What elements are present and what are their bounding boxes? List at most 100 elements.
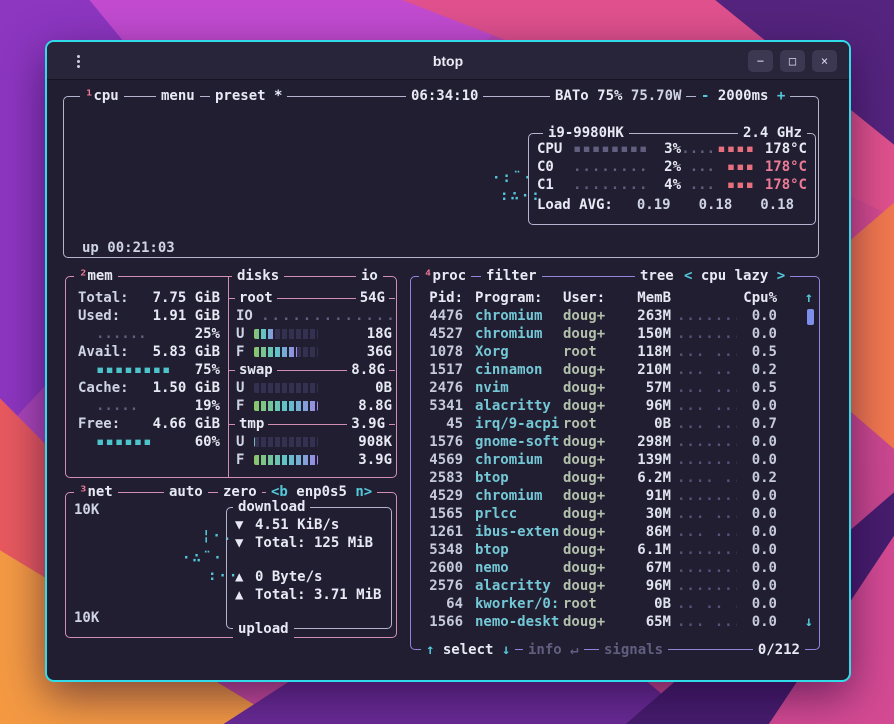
process-row[interactable]: 1576 gnome-soft doug+ 298M ....... 0.0 (411, 433, 819, 451)
sort-selector[interactable]: < cpu lazy > (679, 267, 791, 285)
process-row[interactable]: 1261 ibus-exten doug+ 86M ... ... 0.0 (411, 523, 819, 541)
btop-terminal: ¹cpu menu preset * 06:34:10 BATo 75% 75.… (47, 80, 849, 680)
mem-available-meter: ▪▪▪▪▪▪▪▪ 75% (96, 362, 220, 378)
proc-panel-title[interactable]: ⁴proc (419, 267, 472, 285)
process-name: nemo (475, 560, 509, 576)
minimize-button[interactable]: − (748, 50, 773, 72)
process-pid: 1078 (429, 344, 463, 360)
refresh-rate-control[interactable]: - 2000ms + (696, 87, 791, 105)
process-cpu: 0.0 (751, 596, 777, 612)
signals-control[interactable]: signals (599, 641, 669, 659)
process-mem: 6.2M (637, 470, 671, 486)
process-cpu: 0.0 (751, 506, 777, 522)
cpu-model: i9-9980HK (543, 124, 629, 142)
rate-minus-button[interactable]: - (701, 88, 709, 104)
process-row[interactable]: 4527 chromium doug+ 150M ....... 0.0 (411, 325, 819, 343)
process-row[interactable]: 4529 chromium doug+ 91M ....... 0.0 (411, 487, 819, 505)
disk-root-free: F 36G (236, 344, 392, 360)
sort-next-icon[interactable]: > (777, 268, 785, 284)
free-bar (254, 347, 318, 357)
select-control[interactable]: ↑ select ↓ (421, 641, 516, 659)
process-pid: 5341 (429, 398, 463, 414)
header-user: User: (563, 290, 606, 306)
process-pid: 1566 (429, 614, 463, 630)
temp-graph: .... (681, 141, 715, 157)
cpu-panel-title[interactable]: ¹cpu (80, 87, 124, 105)
disks-title: disks (232, 267, 285, 285)
close-button[interactable]: × (812, 50, 837, 72)
process-row[interactable]: 5348 btop doug+ 6.1M ....... 0.0 (411, 541, 819, 559)
filter-button[interactable]: filter (481, 267, 542, 285)
process-row[interactable]: 1517 cinnamon doug+ 210M ... .. . 0.2 (411, 361, 819, 379)
process-name: irq/9-acpi (475, 416, 560, 432)
cpu-total-row: CPU ▪▪▪▪▪▪▪▪ 3% .... ▪▪▪▪ 178°C (537, 141, 807, 157)
process-user: doug+ (563, 542, 606, 558)
process-row[interactable]: 64 kworker/0: root 0B .. .. . 0.0 (411, 595, 819, 613)
disks-io-toggle[interactable]: io (356, 267, 383, 285)
process-pid: 2476 (429, 380, 463, 396)
temp-graph: ... (689, 159, 715, 175)
process-pid: 1517 (429, 362, 463, 378)
process-row[interactable]: 1566 nemo-deskt doug+ 65M ... .... 0.0 (411, 613, 819, 631)
free-bar (254, 455, 318, 465)
network-io-row: ▼ 4.51 KiB/s (235, 517, 340, 533)
rate-plus-button[interactable]: + (777, 88, 785, 104)
process-pid: 4476 (429, 308, 463, 324)
process-user: doug+ (563, 380, 606, 396)
process-row[interactable]: 4569 chromium doug+ 139M ....... 0.0 (411, 451, 819, 469)
process-name: alacritty (475, 578, 551, 594)
process-row[interactable]: 2583 btop doug+ 6.2M .... ... 0.2 (411, 469, 819, 487)
mem-available: Avail: 5.83 GiB (78, 344, 220, 360)
temp-meter: ▪▪▪ (726, 159, 755, 175)
process-row[interactable]: 1565 prlcc doug+ 30M ... ... 0.0 (411, 505, 819, 523)
info-control[interactable]: info ↵ (523, 641, 584, 659)
sort-prev-icon[interactable]: < (684, 268, 692, 284)
process-mem-graph: ....... (677, 326, 737, 342)
process-row[interactable]: 2600 nemo doug+ 67M ....... 0.0 (411, 559, 819, 577)
process-mem: 57M (645, 380, 671, 396)
process-row[interactable]: 1078 Xorg root 118M ... .... 0.5 (411, 343, 819, 361)
process-row[interactable]: 4476 chromium doug+ 263M ....... 0.0 (411, 307, 819, 325)
transfer-arrow-icon: ▲ (235, 587, 244, 603)
process-pid: 1576 (429, 434, 463, 450)
cpu-core0-row: C0 ........ .. . 2% ... ▪▪▪ 178°C (537, 159, 807, 175)
cpu-usage-meter: ▪▪▪▪▪▪▪▪ (573, 141, 649, 157)
transfer-arrow-icon: ▲ (235, 569, 244, 585)
disk-root-used: U 18G (236, 326, 392, 342)
process-cpu: 0.2 (751, 362, 777, 378)
process-row[interactable]: 2476 nvim doug+ 57M ... .... 0.5 (411, 379, 819, 397)
tree-toggle[interactable]: tree (635, 267, 679, 285)
process-mem: 65M (645, 614, 671, 630)
menu-button[interactable]: menu (156, 87, 200, 105)
scroll-up-icon[interactable]: ↑ (805, 289, 813, 307)
process-user: doug+ (563, 326, 606, 342)
process-mem: 298M (637, 434, 671, 450)
preset-button[interactable]: preset * (210, 87, 288, 105)
process-name: nemo-deskt (475, 614, 560, 630)
maximize-button[interactable]: □ (780, 50, 805, 72)
process-mem-graph: ....... (677, 308, 737, 324)
process-cpu: 0.0 (751, 614, 777, 630)
process-row[interactable]: 5341 alacritty doug+ 96M ... ... 0.0 (411, 397, 819, 415)
net-panel-title[interactable]: ³net (74, 483, 118, 501)
process-row[interactable]: 45 irq/9-acpi root 0B ... .... 0.7 (411, 415, 819, 433)
disk-tmp-used: U 908K (236, 434, 392, 450)
process-pid: 4529 (429, 488, 463, 504)
process-name: chromium (475, 452, 543, 468)
process-mem: 96M (645, 578, 671, 594)
net-auto-toggle[interactable]: auto (164, 483, 208, 501)
process-name: nvim (475, 380, 509, 396)
core-usage-graph: ........ .:| (573, 177, 649, 193)
network-io-row: ▼ Total: 125 MiB (235, 535, 374, 551)
process-cpu: 0.0 (751, 398, 777, 414)
cpu-core1-row: C1 ........ .:| 4% ... ▪▪▪ 178°C (537, 177, 807, 193)
process-cpu: 0.0 (751, 578, 777, 594)
process-user: doug+ (563, 506, 606, 522)
process-name: gnome-soft (475, 434, 560, 450)
process-mem: 150M (637, 326, 671, 342)
mem-panel-title[interactable]: ²mem (74, 267, 118, 285)
process-cpu: 0.7 (751, 416, 777, 432)
process-panel: ⁴proc filter tree < cpu lazy > Pid: Prog… (410, 267, 820, 659)
process-row[interactable]: 2576 alacritty doug+ 96M ....... 0.0 (411, 577, 819, 595)
process-user: doug+ (563, 578, 606, 594)
